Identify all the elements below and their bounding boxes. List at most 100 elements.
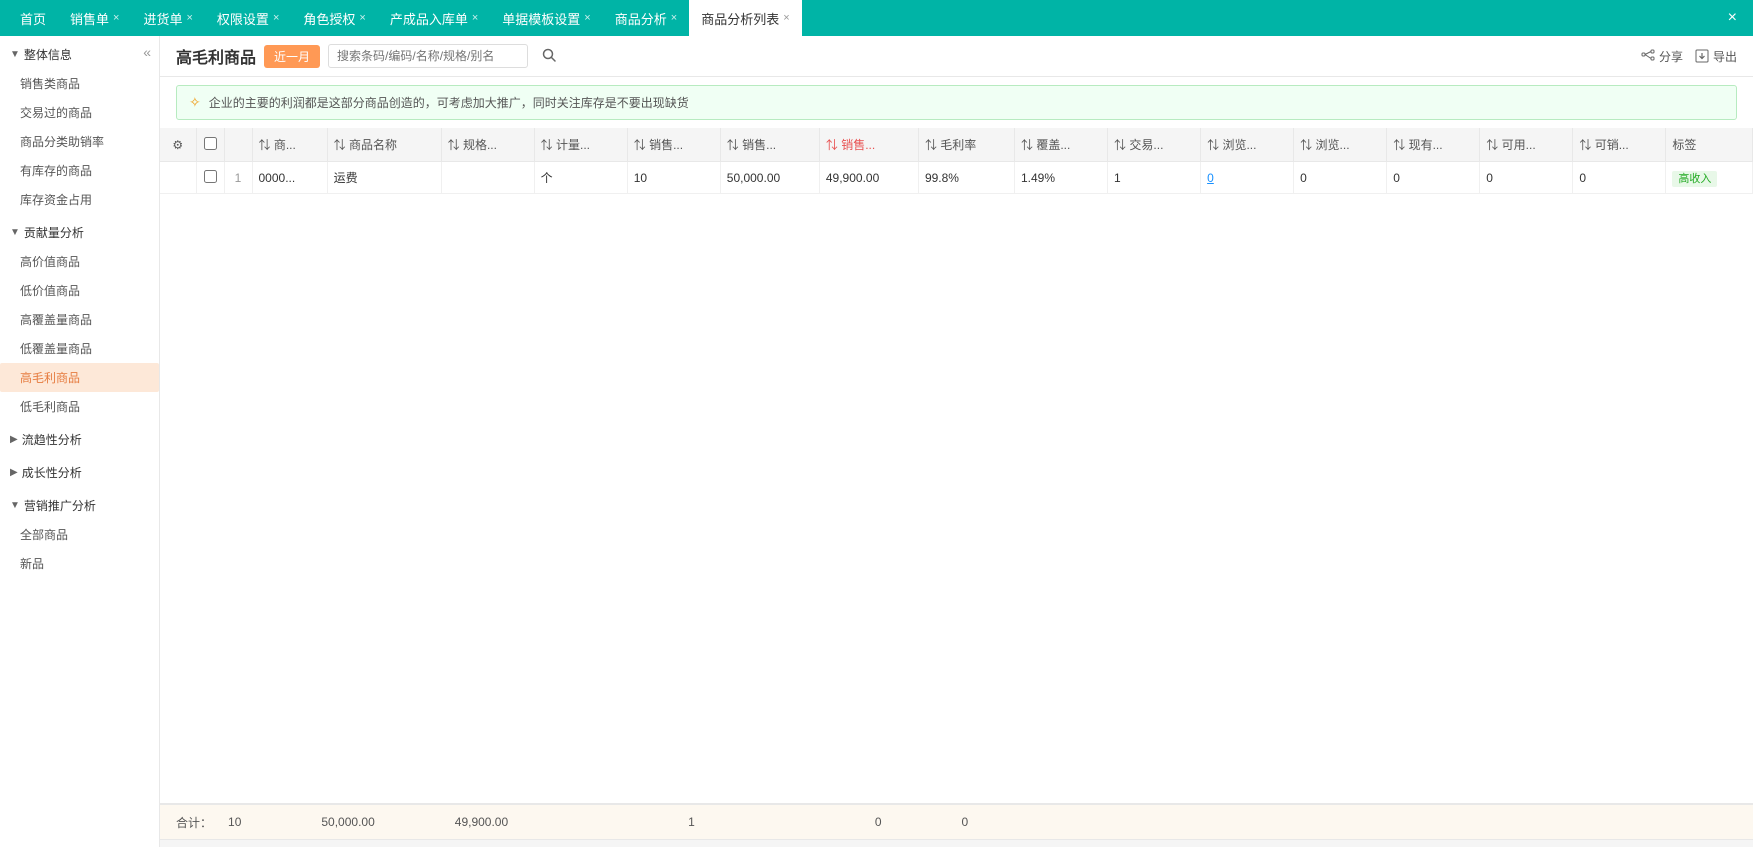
- sidebar-item-traded-products[interactable]: 交易过的商品: [0, 98, 159, 127]
- search-icon: [542, 48, 556, 62]
- tag-col-header: 标签: [1666, 128, 1753, 162]
- nav-close-analysis-list[interactable]: ×: [783, 12, 789, 24]
- header-actions: 分享 导出: [1641, 48, 1737, 65]
- current-stock-cell: 0: [1387, 162, 1480, 194]
- footer-cells: 10 50,000.00 49,900.00 1 0 0: [228, 815, 1737, 829]
- sale-amount-cell: 50,000.00: [720, 162, 819, 194]
- saleable-stock-col-header[interactable]: ⇅ 可销...: [1573, 128, 1666, 162]
- export-button[interactable]: 导出: [1695, 48, 1737, 65]
- sidebar-section-growth: ▶ 成长性分析: [0, 458, 159, 487]
- browse1-col-header[interactable]: ⇅ 浏览...: [1201, 128, 1294, 162]
- sidebar-item-low-coverage[interactable]: 低覆盖量商品: [0, 334, 159, 363]
- unit-col-header[interactable]: ⇅ 计量...: [534, 128, 627, 162]
- sidebar-collapse-button[interactable]: «: [143, 44, 151, 60]
- nav-close-sales[interactable]: ×: [113, 12, 119, 24]
- sale-profit-cell: 49,900.00: [819, 162, 918, 194]
- nav-close-template[interactable]: ×: [584, 12, 590, 24]
- share-button[interactable]: 分享: [1641, 48, 1683, 65]
- nav-close-product-entry[interactable]: ×: [472, 12, 478, 24]
- nav-item-purchase[interactable]: 进货单 ×: [131, 0, 204, 36]
- main-layout: « ▼ 整体信息 销售类商品 交易过的商品 商品分类助销率 有库存的商品 库存资…: [0, 36, 1753, 847]
- sidebar-section-title-marketing[interactable]: ▼ 营销推广分析: [0, 491, 159, 520]
- nav-item-template[interactable]: 单据模板设置 ×: [490, 0, 602, 36]
- spec-cell: [441, 162, 534, 194]
- sidebar-item-all-products[interactable]: 全部商品: [0, 520, 159, 549]
- sidebar-section-title-contribution[interactable]: ▼ 贡献量分析: [0, 218, 159, 247]
- sale-amount-col-header[interactable]: ⇅ 销售...: [720, 128, 819, 162]
- nav-close-permissions[interactable]: ×: [273, 12, 279, 24]
- checkbox-col-header[interactable]: [196, 128, 224, 162]
- browse1-cell[interactable]: 0: [1201, 162, 1294, 194]
- sidebar-section-title-growth[interactable]: ▶ 成长性分析: [0, 458, 159, 487]
- share-icon: [1641, 49, 1655, 63]
- footer-sale-count: 10: [228, 815, 241, 829]
- num-cell: 1: [224, 162, 252, 194]
- available-stock-cell: 0: [1480, 162, 1573, 194]
- available-stock-col-header[interactable]: ⇅ 可用...: [1480, 128, 1573, 162]
- sale-count-col-header[interactable]: ⇅ 销售...: [627, 128, 720, 162]
- page-title: 高毛利商品: [176, 44, 256, 68]
- sidebar-section-contribution: ▼ 贡献量分析 高价值商品 低价值商品 高覆盖量商品 低覆盖量商品 高毛利商品 …: [0, 218, 159, 421]
- search-input[interactable]: [328, 44, 528, 68]
- nav-item-sales[interactable]: 销售单 ×: [58, 0, 131, 36]
- select-all-checkbox[interactable]: [204, 137, 217, 150]
- arrow-icon-marketing: ▼: [10, 500, 20, 511]
- tag-cell: 高收入: [1666, 162, 1753, 194]
- product-table: ⚙ ⇅ 商... ⇅ 商品名称 ⇅ 规格...: [160, 128, 1753, 194]
- browse2-col-header[interactable]: ⇅ 浏览...: [1294, 128, 1387, 162]
- time-filter-button[interactable]: 近一月: [264, 45, 320, 68]
- nav-item-analysis[interactable]: 商品分析 ×: [603, 0, 689, 36]
- footer-sale-amount: 50,000.00: [321, 815, 374, 829]
- content-header: 高毛利商品 近一月 分享: [160, 36, 1753, 77]
- coverage-col-header[interactable]: ⇅ 覆盖...: [1014, 128, 1107, 162]
- nav-close-analysis[interactable]: ×: [671, 12, 677, 24]
- code-col-header[interactable]: ⇅ 商...: [252, 128, 327, 162]
- sidebar-item-high-margin[interactable]: 高毛利商品: [0, 363, 159, 392]
- sidebar-section-flow: ▶ 流趋性分析: [0, 425, 159, 454]
- checkbox-cell[interactable]: [196, 162, 224, 194]
- sidebar-item-high-value[interactable]: 高价值商品: [0, 247, 159, 276]
- sidebar-item-sales-products[interactable]: 销售类商品: [0, 69, 159, 98]
- table-container[interactable]: ⚙ ⇅ 商... ⇅ 商品名称 ⇅ 规格...: [160, 128, 1753, 803]
- horizontal-scrollbar[interactable]: [160, 839, 1753, 847]
- name-col-header[interactable]: ⇅ 商品名称: [327, 128, 441, 162]
- arrow-icon-contribution: ▼: [10, 227, 20, 238]
- nav-item-home[interactable]: 首页: [8, 0, 58, 36]
- sidebar-item-stock-capital[interactable]: 库存资金占用: [0, 185, 159, 214]
- gross-margin-col-header[interactable]: ⇅ 毛利率: [918, 128, 1014, 162]
- nav-item-roles[interactable]: 角色授权 ×: [291, 0, 377, 36]
- arrow-icon-overview: ▼: [10, 49, 20, 60]
- search-button[interactable]: [536, 46, 562, 67]
- spec-col-header[interactable]: ⇅ 规格...: [441, 128, 534, 162]
- saleable-stock-cell: 0: [1573, 162, 1666, 194]
- settings-col-header[interactable]: ⚙: [160, 128, 196, 162]
- table-header-row: ⚙ ⇅ 商... ⇅ 商品名称 ⇅ 规格...: [160, 128, 1753, 162]
- sidebar-section-title-flow[interactable]: ▶ 流趋性分析: [0, 425, 159, 454]
- footer-available-stock: 0: [962, 815, 969, 829]
- sidebar-item-high-coverage[interactable]: 高覆盖量商品: [0, 305, 159, 334]
- sale-count-cell: 10: [627, 162, 720, 194]
- sale-profit-col-header[interactable]: ⇅ 销售...: [819, 128, 918, 162]
- export-icon: [1695, 49, 1709, 63]
- nav-close-roles[interactable]: ×: [359, 12, 365, 24]
- row-checkbox[interactable]: [204, 170, 217, 183]
- footer-sale-profit: 49,900.00: [455, 815, 508, 829]
- sidebar-item-in-stock[interactable]: 有库存的商品: [0, 156, 159, 185]
- nav-item-product-entry[interactable]: 产成品入库单 ×: [378, 0, 490, 36]
- nav-item-permissions[interactable]: 权限设置 ×: [205, 0, 291, 36]
- sidebar-section-overview: ▼ 整体信息 销售类商品 交易过的商品 商品分类助销率 有库存的商品 库存资金占…: [0, 40, 159, 214]
- top-navigation: 首页 销售单 × 进货单 × 权限设置 × 角色授权 × 产成品入库单 × 单据…: [0, 0, 1753, 36]
- current-stock-col-header[interactable]: ⇅ 现有...: [1387, 128, 1480, 162]
- nav-item-analysis-list[interactable]: 商品分析列表 ×: [689, 0, 801, 36]
- sidebar-item-category-assist[interactable]: 商品分类助销率: [0, 127, 159, 156]
- info-banner: ✧ 企业的主要的利润都是这部分商品创造的，可考虑加大推广，同时关注库存是不要出现…: [176, 85, 1737, 120]
- sidebar-section-title-overview[interactable]: ▼ 整体信息: [0, 40, 159, 69]
- close-all-tabs[interactable]: ×: [1720, 9, 1745, 27]
- sidebar-item-new-products[interactable]: 新品: [0, 549, 159, 578]
- sidebar-item-low-value[interactable]: 低价值商品: [0, 276, 159, 305]
- sidebar-item-low-margin[interactable]: 低毛利商品: [0, 392, 159, 421]
- nav-close-purchase[interactable]: ×: [186, 12, 192, 24]
- transaction-col-header[interactable]: ⇅ 交易...: [1108, 128, 1201, 162]
- footer-totals: 合计： 10 50,000.00 49,900.00 1 0 0: [160, 803, 1753, 839]
- arrow-icon-flow: ▶: [10, 434, 18, 445]
